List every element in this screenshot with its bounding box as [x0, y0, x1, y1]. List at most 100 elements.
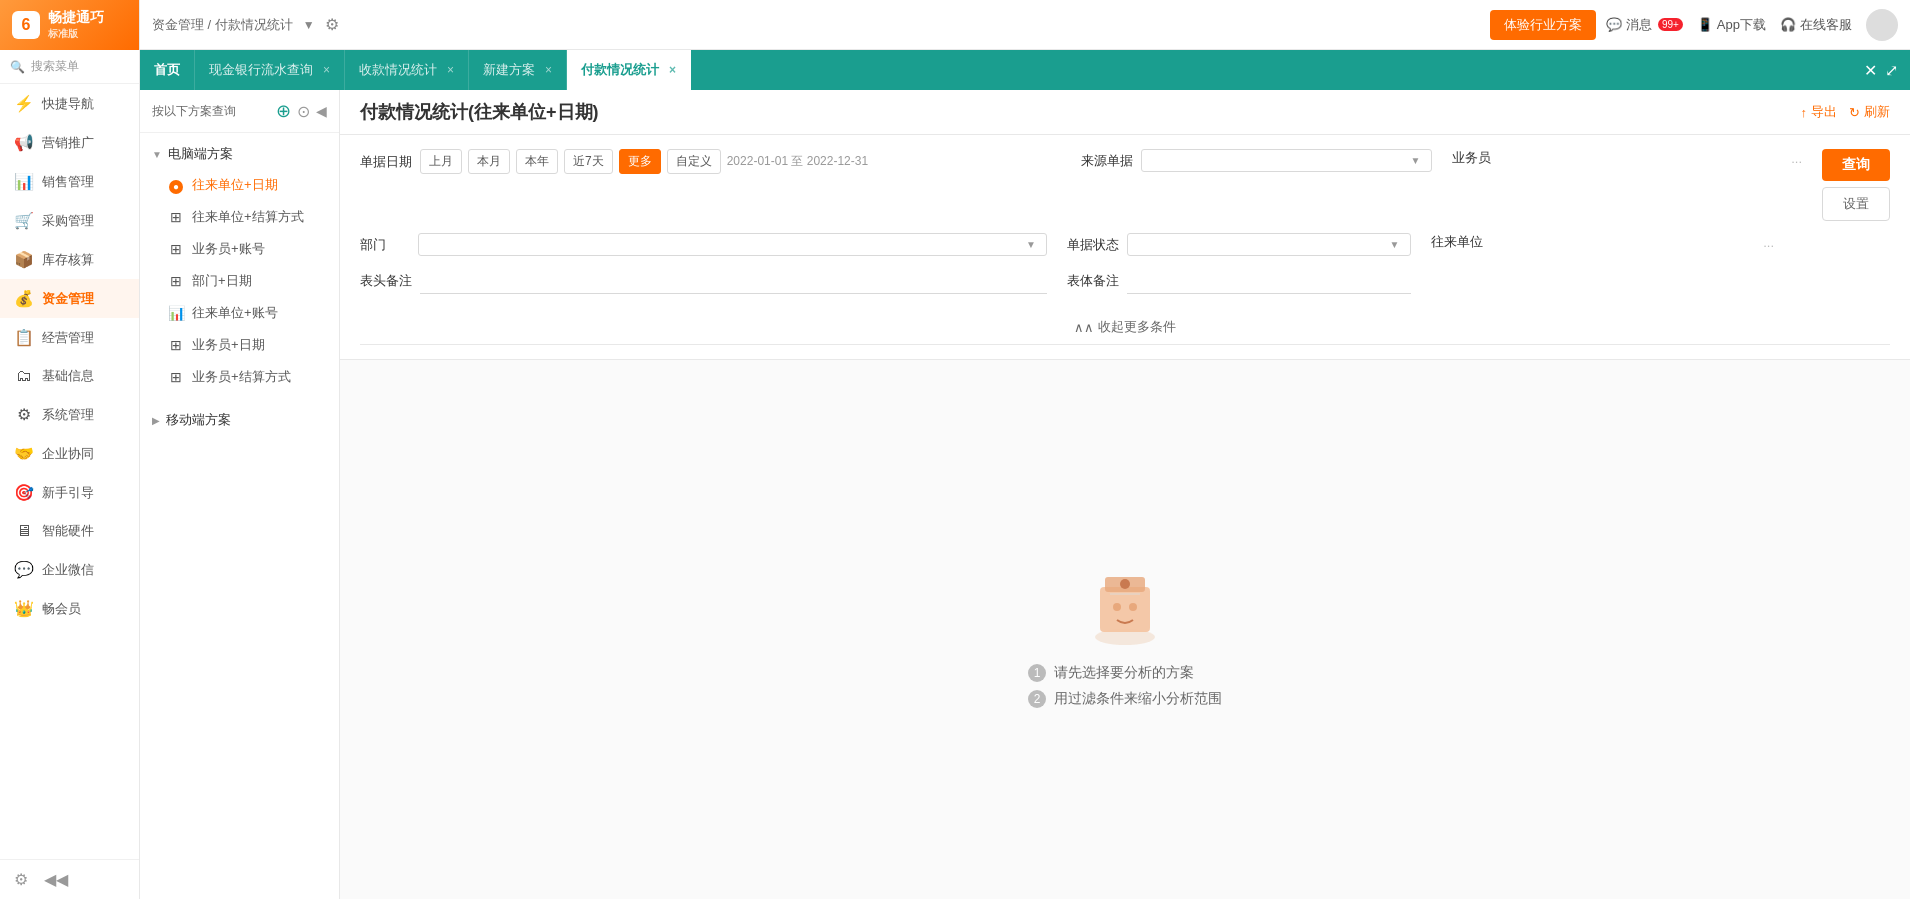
scheme-item-partner-account[interactable]: 📊 往来单位+账号	[140, 297, 339, 329]
close-new-scheme-tab[interactable]: ×	[545, 63, 552, 77]
topbar-settings-icon[interactable]: ⚙	[325, 15, 339, 34]
app-version: 标准版	[48, 27, 104, 41]
sidebar-item-marketing[interactable]: 📢 营销推广	[0, 123, 139, 162]
tabbar-controls: ✕ ⤢	[1864, 61, 1910, 80]
grid-icon: ⊞	[168, 209, 184, 225]
app-download-label: App下载	[1717, 16, 1766, 34]
filter-row-2: 部门 ▼ 单据状态 ▼ 往来单位	[360, 233, 1890, 256]
collapse-more-button[interactable]: ∧∧ 收起更多条件	[1074, 318, 1176, 336]
date-btn-more[interactable]: 更多	[619, 149, 661, 174]
tip-text-1: 请先选择要分析的方案	[1054, 664, 1194, 682]
mobile-scheme-group: ▶ 移动端方案	[140, 399, 339, 441]
settings-footer-icon[interactable]: ⚙	[14, 870, 28, 889]
body-note-filter: 表体备注	[1067, 268, 1411, 294]
export-button[interactable]: ↑ 导出	[1801, 103, 1838, 121]
tab-new-scheme[interactable]: 新建方案 ×	[469, 50, 567, 90]
staff-placeholder: ...	[1510, 151, 1803, 166]
messages-item[interactable]: 💬 消息 99+	[1606, 16, 1683, 34]
svg-point-4	[1113, 603, 1121, 611]
close-payment-tab[interactable]: ×	[669, 63, 676, 77]
tab-home[interactable]: 首页	[140, 50, 195, 90]
enterprise-icon: 🤝	[14, 444, 34, 463]
dept-select[interactable]: ▼	[418, 233, 1047, 256]
scheme-label: 业务员+账号	[192, 240, 265, 258]
sidebar-item-inventory[interactable]: 📦 库存核算	[0, 240, 139, 279]
scheme-item-partner-date[interactable]: ● 往来单位+日期	[140, 169, 339, 201]
mobile-group-header[interactable]: ▶ 移动端方案	[140, 405, 339, 435]
left-panel-header: 按以下方案查询 ⊕ ⊙ ◀	[140, 90, 339, 133]
empty-state: 1 请先选择要分析的方案 2 用过滤条件来缩小分析范围	[340, 360, 1910, 899]
scheme-item-staff-settlement[interactable]: ⊞ 业务员+结算方式	[140, 361, 339, 393]
close-all-tabs-icon[interactable]: ✕	[1864, 61, 1877, 80]
app-download-item[interactable]: 📱 App下载	[1697, 16, 1766, 34]
date-label: 单据日期	[360, 153, 412, 171]
trial-button[interactable]: 体验行业方案	[1490, 10, 1596, 40]
maximize-icon[interactable]: ⤢	[1885, 61, 1898, 80]
source-doc-label: 来源单据	[1081, 152, 1133, 170]
right-panel: 付款情况统计(往来单位+日期) ↑ 导出 ↻ 刷新 单	[340, 90, 1910, 899]
sidebar-item-system[interactable]: ⚙ 系统管理	[0, 395, 139, 434]
sidebar-item-guide[interactable]: 🎯 新手引导	[0, 473, 139, 512]
sidebar-item-vip[interactable]: 👑 畅会员	[0, 589, 139, 628]
date-btn-custom[interactable]: 自定义	[667, 149, 721, 174]
sidebar-item-weixin[interactable]: 💬 企业微信	[0, 550, 139, 589]
search-icon: 🔍	[10, 60, 25, 74]
staff-filter: 业务员 ...	[1452, 149, 1803, 167]
sidebar-item-finance[interactable]: 💰 资金管理	[0, 279, 139, 318]
tab-collection-stats[interactable]: 收款情况统计 ×	[345, 50, 469, 90]
scheme-item-dept-date[interactable]: ⊞ 部门+日期	[140, 265, 339, 297]
query-button[interactable]: 查询	[1822, 149, 1890, 181]
scheme-item-partner-settlement[interactable]: ⊞ 往来单位+结算方式	[140, 201, 339, 233]
sidebar-item-hardware[interactable]: 🖥 智能硬件	[0, 512, 139, 550]
scheme-label: 业务员+结算方式	[192, 368, 291, 386]
operation-icon: 📋	[14, 328, 34, 347]
bar-icon: 📊	[168, 305, 184, 321]
sidebar-item-base-info[interactable]: 🗂 基础信息	[0, 357, 139, 395]
scheme-settings-icon[interactable]: ⊙	[297, 102, 310, 121]
finance-icon: 💰	[14, 289, 34, 308]
sidebar-item-label: 企业协同	[42, 445, 94, 463]
header-note-input[interactable]	[420, 268, 1047, 294]
settings-button[interactable]: 设置	[1822, 187, 1890, 221]
date-btn-last-month[interactable]: 上月	[420, 149, 462, 174]
desktop-group-header[interactable]: ▼ 电脑端方案	[140, 139, 339, 169]
date-btn-last-7[interactable]: 近7天	[564, 149, 613, 174]
doc-status-select[interactable]: ▼	[1127, 233, 1411, 256]
body-note-input[interactable]	[1127, 268, 1411, 294]
close-cash-flow-tab[interactable]: ×	[323, 63, 330, 77]
sidebar-item-purchase[interactable]: 🛒 采购管理	[0, 201, 139, 240]
source-doc-select[interactable]: ▼	[1141, 149, 1432, 172]
guide-icon: 🎯	[14, 483, 34, 502]
sidebar-item-sales[interactable]: 📊 销售管理	[0, 162, 139, 201]
tip-num-1: 1	[1028, 664, 1046, 682]
sidebar-item-enterprise[interactable]: 🤝 企业协同	[0, 434, 139, 473]
user-avatar[interactable]	[1866, 9, 1898, 41]
vip-icon: 👑	[14, 599, 34, 618]
tab-payment-stats[interactable]: 付款情况统计 ×	[567, 50, 691, 90]
sidebar-item-operation[interactable]: 📋 经营管理	[0, 318, 139, 357]
tab-cash-flow[interactable]: 现金银行流水查询 ×	[195, 50, 345, 90]
scheme-item-staff-date[interactable]: ⊞ 业务员+日期	[140, 329, 339, 361]
date-btn-this-month[interactable]: 本月	[468, 149, 510, 174]
partner-label: 往来单位	[1431, 233, 1483, 251]
refresh-button[interactable]: ↻ 刷新	[1849, 103, 1890, 121]
close-collection-tab[interactable]: ×	[447, 63, 454, 77]
scheme-item-staff-account[interactable]: ⊞ 业务员+账号	[140, 233, 339, 265]
tab-cash-flow-label: 现金银行流水查询	[209, 61, 313, 79]
sidebar-item-label: 企业微信	[42, 561, 94, 579]
svg-point-3	[1120, 579, 1130, 589]
tabbar: 首页 现金银行流水查询 × 收款情况统计 × 新建方案 × 付款情况统计 × ✕…	[140, 50, 1910, 90]
sales-icon: 📊	[14, 172, 34, 191]
date-btn-this-year[interactable]: 本年	[516, 149, 558, 174]
search-menu-item[interactable]: 🔍 搜索菜单	[0, 50, 139, 84]
collapse-sidebar-icon[interactable]: ◀◀	[44, 870, 68, 889]
add-scheme-button[interactable]: ⊕	[276, 100, 291, 122]
collapse-up-icon: ∧∧	[1074, 320, 1094, 335]
date-filter-item: 单据日期 上月 本月 本年 近7天 更多 自定义 2022-01-01 至 20…	[360, 149, 1061, 174]
base-info-icon: 🗂	[14, 367, 34, 385]
mobile-group-arrow: ▶	[152, 415, 160, 426]
online-service-item[interactable]: 🎧 在线客服	[1780, 16, 1852, 34]
collapse-panel-icon[interactable]: ◀	[316, 103, 327, 119]
body-note-label: 表体备注	[1067, 272, 1119, 290]
sidebar-item-quick-nav[interactable]: ⚡ 快捷导航	[0, 84, 139, 123]
